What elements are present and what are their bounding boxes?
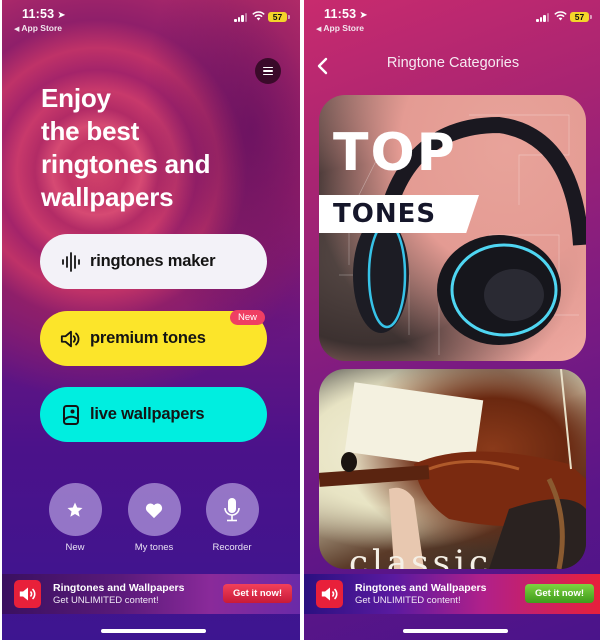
ringtones-maker-button[interactable]: ringtones maker [40, 234, 267, 289]
category-card-classic[interactable]: classic [319, 369, 586, 569]
location-arrow-icon: ➤ [359, 10, 368, 21]
back-to-app-store[interactable]: ◀ App Store [14, 23, 62, 33]
star-icon [67, 502, 83, 517]
ad-title: Ringtones and Wallpapers [355, 582, 487, 594]
shortcut-new[interactable]: New [48, 483, 102, 553]
back-to-app-store[interactable]: ◀ App Store [316, 23, 364, 33]
shortcut-new-circle[interactable] [48, 483, 102, 536]
ad-cta-button[interactable]: Get it now! [223, 584, 292, 603]
back-triangle-icon: ◀ [316, 26, 322, 33]
shortcut-recorder[interactable]: Recorder [205, 483, 259, 553]
wallpaper-icon [60, 404, 82, 426]
hero-line: the best [41, 116, 140, 146]
page-title: Ringtone Categories [386, 55, 520, 71]
hero-line: ringtones and [41, 149, 211, 179]
menu-button[interactable] [255, 58, 281, 84]
ad-banner[interactable]: Ringtones and Wallpapers Get UNLIMITED c… [304, 574, 600, 614]
speaker-icon [321, 587, 338, 601]
home-screen: 11:53 ➤ ◀ App Store 57 Enjoy the best ring… [2, 0, 300, 640]
category-card-top-tones[interactable]: TOP TONES [319, 95, 586, 361]
shortcut-my-tones-label: My tones [134, 542, 174, 553]
hamburger-menu-icon [263, 66, 273, 76]
new-badge: New [229, 310, 265, 325]
cellular-signal-icon [536, 13, 550, 22]
categories-screen: 11:53 ➤ ◀ App Store 57 Ringtone Categories… [304, 0, 600, 640]
heart-icon [145, 503, 163, 518]
ad-banner[interactable]: Ringtones and Wallpapers Get UNLIMITED c… [2, 574, 300, 614]
card-title-tones: TONES [333, 199, 437, 229]
ad-subtitle: Get UNLIMITED content! [355, 595, 461, 606]
live-wallpapers-label: live wallpapers [90, 405, 205, 423]
location-arrow-icon: ➤ [57, 10, 66, 21]
battery-indicator: 57 [570, 12, 592, 22]
wifi-icon [554, 11, 567, 21]
hero-title: Enjoy the best ringtones and wallpapers [41, 82, 210, 214]
shortcut-my-tones[interactable]: My tones [127, 483, 181, 553]
status-time: 11:53 ➤ [22, 7, 66, 21]
ad-app-icon [316, 580, 343, 608]
cellular-signal-icon [234, 13, 248, 22]
live-wallpapers-button[interactable]: live wallpapers [40, 387, 267, 442]
premium-tones-label: premium tones [90, 329, 206, 347]
time-text: 11:53 [22, 7, 55, 21]
shortcut-my-tones-circle[interactable] [127, 483, 181, 536]
hero-line: Enjoy [41, 83, 111, 113]
home-indicator[interactable] [101, 629, 206, 633]
battery-indicator: 57 [268, 12, 290, 22]
hero-line: wallpapers [41, 182, 174, 212]
back-to-app-store-label: App Store [323, 23, 365, 33]
premium-tones-button[interactable]: premium tones New [40, 310, 267, 366]
violin-artwork [319, 369, 586, 569]
home-indicator[interactable] [403, 629, 508, 633]
microphone-icon [224, 497, 240, 521]
ad-app-icon [14, 580, 41, 608]
shortcut-recorder-label: Recorder [212, 542, 252, 553]
back-triangle-icon: ◀ [14, 26, 20, 33]
speaker-icon [60, 328, 82, 350]
wifi-icon [252, 11, 265, 21]
ad-subtitle: Get UNLIMITED content! [53, 595, 159, 606]
ad-cta-button[interactable]: Get it now! [525, 584, 594, 603]
status-bar: 11:53 ➤ ◀ App Store 57 [304, 0, 600, 36]
shortcut-new-label: New [65, 542, 85, 553]
time-text: 11:53 [324, 7, 357, 21]
ad-title: Ringtones and Wallpapers [53, 582, 185, 594]
waveform-icon [60, 251, 82, 273]
card-title-classic: classic [349, 543, 492, 569]
shortcut-recorder-circle[interactable] [205, 483, 259, 536]
ringtones-maker-label: ringtones maker [90, 252, 216, 270]
card-title-top: TOP [333, 123, 457, 183]
status-time: 11:53 ➤ [324, 7, 368, 21]
speaker-icon [19, 587, 36, 601]
back-to-app-store-label: App Store [21, 23, 63, 33]
status-bar: 11:53 ➤ ◀ App Store 57 [2, 0, 300, 36]
